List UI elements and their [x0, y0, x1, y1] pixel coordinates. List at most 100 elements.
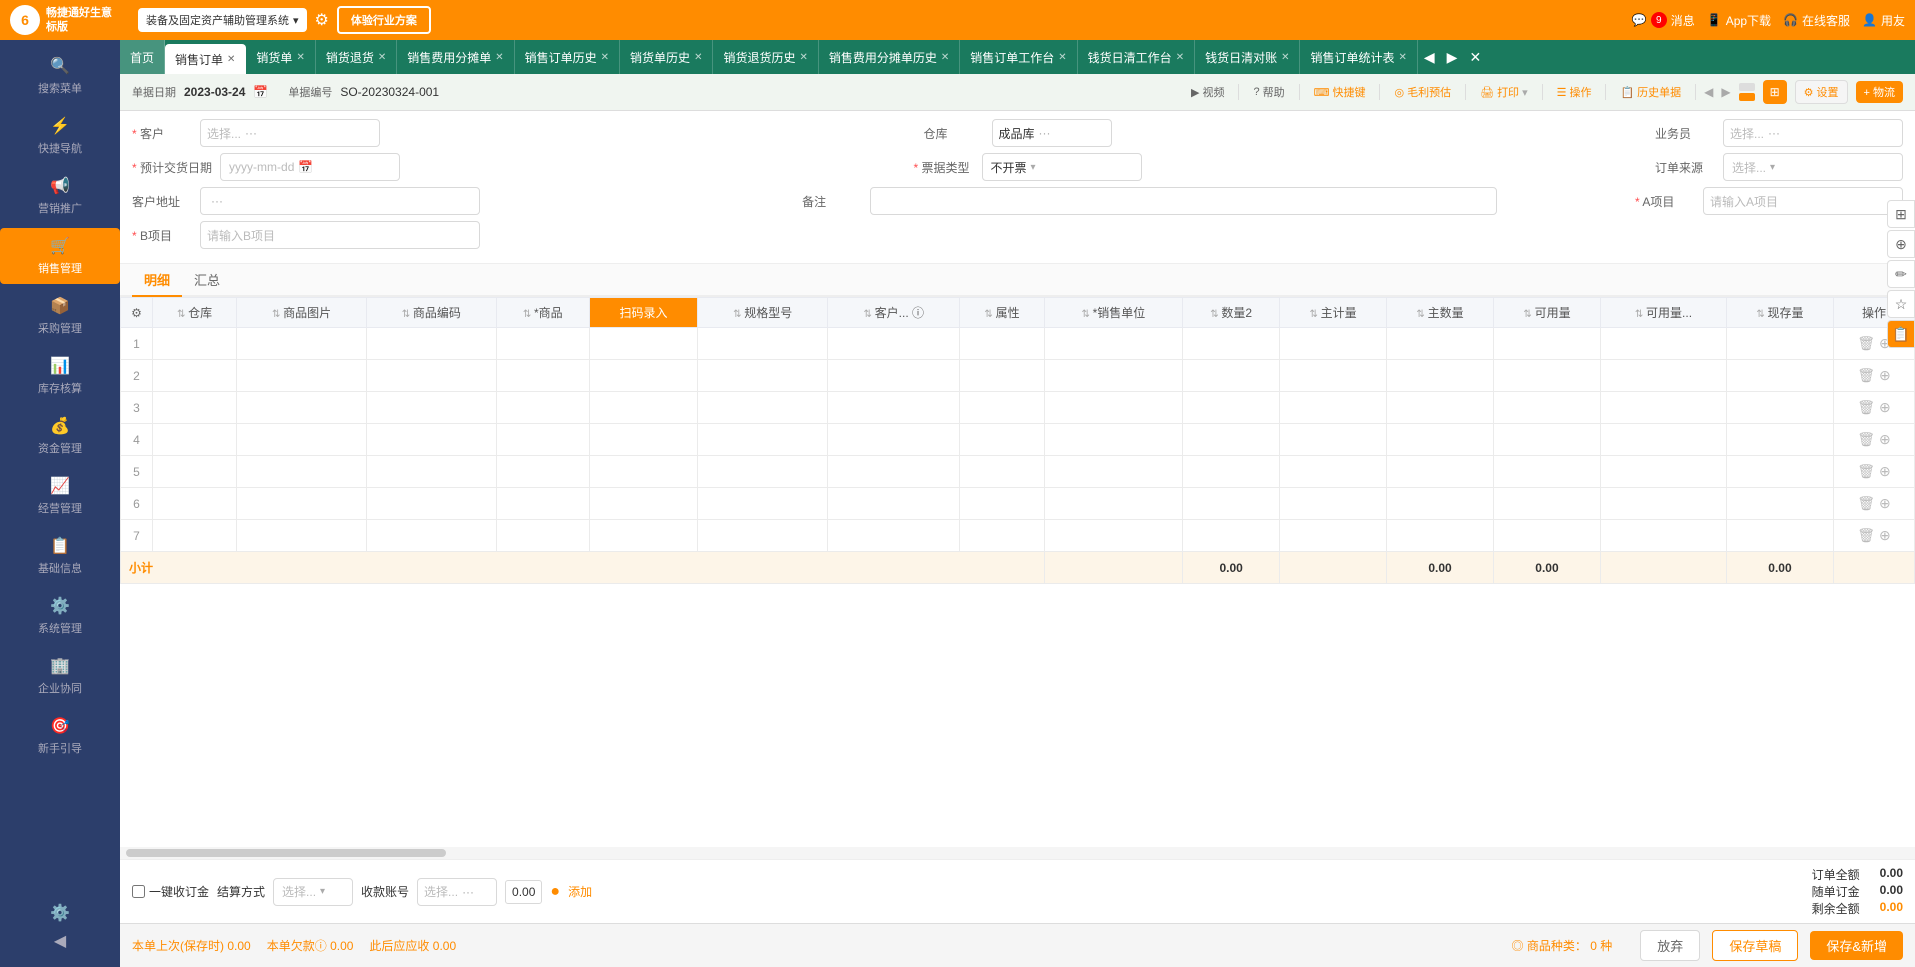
add-material-btn[interactable]: + 物流 [1856, 81, 1903, 103]
tab-close-order-history[interactable]: ✕ [601, 52, 609, 63]
col-product[interactable]: ⇅ *商品 [496, 298, 589, 328]
print-btn[interactable]: 🖨 打印 ▾ [1474, 82, 1534, 102]
tab-close-reconcile[interactable]: ✕ [1281, 52, 1289, 63]
tab-receivable-workbench[interactable]: 钱货日清工作台 ✕ [1078, 40, 1195, 74]
payment-method-select[interactable]: 选择... ▾ [273, 878, 353, 906]
online-service-btn[interactable]: 🎧 在线客服 [1783, 12, 1850, 29]
tab-expense-history[interactable]: 销售费用分摊单历史 ✕ [819, 40, 960, 74]
sidebar-item-purchase[interactable]: 📦 采购管理 [0, 288, 120, 344]
col-settings[interactable]: ⚙ [121, 298, 153, 328]
tab-order-history[interactable]: 销售订单历史 ✕ [515, 40, 620, 74]
tab-more-btn[interactable]: ✕ [1463, 49, 1487, 66]
sidebar-collapse-btn[interactable]: ◀ [54, 931, 66, 951]
save-draft-btn[interactable]: 保存草稿 [1712, 930, 1798, 961]
horizontal-scrollbar[interactable] [120, 847, 1915, 859]
order-source-select[interactable]: 选择... ▾ [1723, 153, 1903, 181]
tab-reconcile[interactable]: 钱货日清对账 ✕ [1195, 40, 1300, 74]
col-attribute[interactable]: ⇅ 属性 [960, 298, 1044, 328]
one-click-checkout-checkbox[interactable]: 一键收订金 [132, 883, 209, 900]
operations-btn[interactable]: ☰ 操作 [1551, 82, 1598, 102]
tab-close-expense-split[interactable]: ✕ [495, 52, 503, 63]
industry-btn[interactable]: 体验行业方案 [337, 6, 431, 34]
add-link[interactable]: 添加 [568, 883, 592, 900]
history-btn[interactable]: 📋 历史单据 [1614, 82, 1687, 102]
col-qty2[interactable]: ⇅ 数量2 [1183, 298, 1280, 328]
copy-icon-6[interactable]: ⊕ [1879, 495, 1891, 512]
col-spec[interactable]: ⇅ 规格型号 [698, 298, 828, 328]
tab-close-sales-stats[interactable]: ✕ [1399, 52, 1407, 63]
copy-icon-2[interactable]: ⊕ [1879, 367, 1891, 384]
tab-close-return-history[interactable]: ✕ [694, 52, 702, 63]
delete-icon-3[interactable]: 🗑 [1857, 399, 1875, 416]
tab-next-btn[interactable]: ▶ [1441, 49, 1464, 66]
copy-icon-4[interactable]: ⊕ [1879, 431, 1891, 448]
expand-btn[interactable]: ⊞ [1763, 80, 1787, 104]
remark-input[interactable] [870, 187, 1496, 215]
float-btn-4[interactable]: ☆ [1887, 290, 1915, 318]
delete-icon-6[interactable]: 🗑 [1857, 495, 1875, 512]
tab-summary[interactable]: 汇总 [182, 264, 232, 297]
card-view-btn[interactable] [1739, 93, 1755, 101]
delete-icon-2[interactable]: 🗑 [1857, 367, 1875, 384]
copy-icon-7[interactable]: ⊕ [1879, 527, 1891, 544]
col-warehouse[interactable]: ⇅ 仓库 [153, 298, 237, 328]
tab-sales-stats[interactable]: 销售订单统计表 ✕ [1300, 40, 1417, 74]
tab-close-expense-history[interactable]: ✕ [941, 52, 949, 63]
sidebar-item-inventory[interactable]: 📊 库存核算 [0, 348, 120, 404]
checkout-checkbox[interactable] [132, 885, 145, 898]
float-btn-3[interactable]: ✏ [1887, 260, 1915, 288]
tab-close-sales-refund[interactable]: ✕ [378, 52, 386, 63]
sidebar-item-finance[interactable]: 💰 资金管理 [0, 408, 120, 464]
col-main-qty[interactable]: ⇅ 主数量 [1387, 298, 1494, 328]
sidebar-item-marketing[interactable]: 📢 营销推广 [0, 168, 120, 224]
sidebar-item-quicknav[interactable]: ⚡ 快捷导航 [0, 108, 120, 164]
sidebar-item-guide[interactable]: 🎯 新手引导 [0, 708, 120, 764]
calendar-icon[interactable]: 📅 [253, 85, 268, 99]
tab-home[interactable]: 首页 [120, 40, 165, 74]
col-product-image[interactable]: ⇅ 商品图片 [237, 298, 367, 328]
col-main-unit[interactable]: ⇅ 主计量 [1280, 298, 1387, 328]
customer-input[interactable]: 选择... ··· [200, 119, 380, 147]
sidebar-item-system[interactable]: ⚙️ 系统管理 [0, 588, 120, 644]
col-available2[interactable]: ⇅ 可用量... [1600, 298, 1726, 328]
a-project-input[interactable]: 请输入A项目 [1703, 187, 1903, 215]
settings-btn[interactable]: ⚙ 设置 [1795, 80, 1848, 104]
system-selector[interactable]: 装备及固定资产辅助管理系统 ▾ [138, 8, 307, 32]
tab-detail[interactable]: 明细 [132, 264, 182, 297]
discard-btn[interactable]: 放弃 [1640, 930, 1700, 961]
tab-sales-order[interactable]: 销售订单 ✕ [165, 44, 246, 74]
copy-icon-3[interactable]: ⊕ [1879, 399, 1891, 416]
float-btn-2[interactable]: ⊕ [1887, 230, 1915, 258]
save-new-btn[interactable]: 保存&新增 [1810, 931, 1903, 960]
delete-icon-1[interactable]: 🗑 [1857, 335, 1875, 352]
invoice-type-select[interactable]: 不开票 ▾ [982, 153, 1142, 181]
warehouse-input[interactable]: 成品库 ··· [992, 119, 1112, 147]
tab-close-refund-history[interactable]: ✕ [799, 52, 807, 63]
float-btn-1[interactable]: ⊞ [1887, 200, 1915, 228]
shortcut-btn[interactable]: ⌨ 快捷键 [1308, 82, 1372, 102]
tab-close-receivable-workbench[interactable]: ✕ [1176, 52, 1184, 63]
profit-btn[interactable]: ◎ 毛利预估 [1388, 82, 1457, 102]
tab-expense-split[interactable]: 销售费用分摊单 ✕ [397, 40, 514, 74]
col-available[interactable]: ⇅ 可用量 [1494, 298, 1601, 328]
col-scan[interactable]: 扫码录入 [589, 298, 698, 328]
settings-icon[interactable]: ⚙ [315, 10, 329, 30]
delete-icon-7[interactable]: 🗑 [1857, 527, 1875, 544]
col-customer-code[interactable]: ⇅ 客户... ⓘ [828, 298, 960, 328]
sidebar-item-search[interactable]: 🔍 搜索菜单 [0, 48, 120, 104]
list-view-btn[interactable] [1739, 83, 1755, 91]
tab-refund-history[interactable]: 销货退货历史 ✕ [713, 40, 818, 74]
delete-icon-4[interactable]: 🗑 [1857, 431, 1875, 448]
tab-order-workbench[interactable]: 销售订单工作台 ✕ [960, 40, 1077, 74]
sidebar-item-enterprise[interactable]: 🏢 企业协同 [0, 648, 120, 704]
account-select[interactable]: 选择... ··· [417, 878, 497, 906]
sidebar-item-sales[interactable]: 🛒 销售管理 [0, 228, 120, 284]
tab-sales-refund[interactable]: 销货退货 ✕ [316, 40, 397, 74]
tab-close-sales-order[interactable]: ✕ [227, 54, 235, 65]
help-btn[interactable]: ? 帮助 [1247, 82, 1290, 102]
staff-input[interactable]: 选择... ··· [1723, 119, 1903, 147]
col-settings-icon[interactable]: ⚙ [131, 306, 142, 320]
scroll-thumb[interactable] [126, 849, 446, 857]
delete-icon-5[interactable]: 🗑 [1857, 463, 1875, 480]
tab-close-sales-return[interactable]: ✕ [296, 52, 304, 63]
